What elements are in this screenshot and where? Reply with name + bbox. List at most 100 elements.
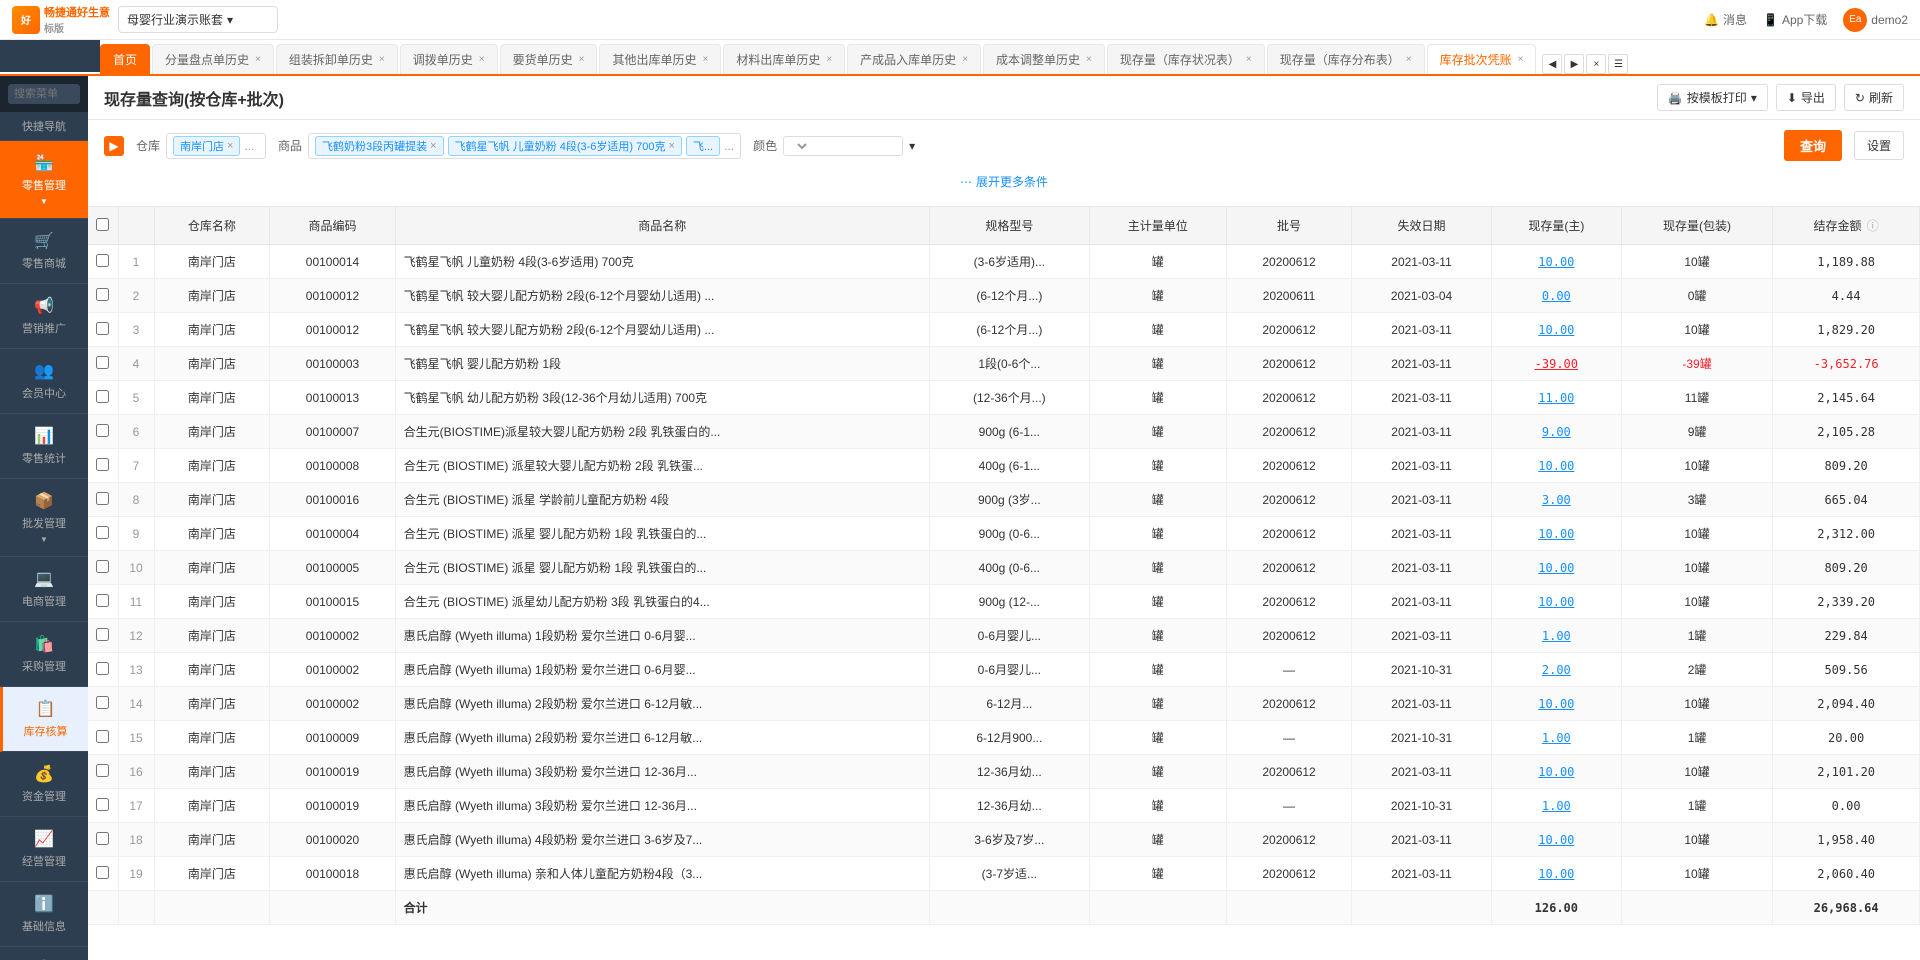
sidebar-item-ecommerce[interactable]: 💻 电商管理 xyxy=(0,557,88,622)
cell-qty-main[interactable]: 3.00 xyxy=(1491,483,1621,517)
row-checkbox[interactable] xyxy=(96,288,109,301)
close-icon[interactable]: × xyxy=(255,54,261,65)
cell-qty-main[interactable]: 10.00 xyxy=(1491,245,1621,279)
cell-qty-main[interactable]: 11.00 xyxy=(1491,381,1621,415)
color-tag-area[interactable] xyxy=(783,136,903,156)
cell-checkbox[interactable] xyxy=(88,449,118,483)
row-checkbox[interactable] xyxy=(96,832,109,845)
sidebar-item-member[interactable]: 👥 会员中心 xyxy=(0,349,88,414)
row-checkbox[interactable] xyxy=(96,322,109,335)
search-input[interactable] xyxy=(8,84,80,104)
export-button[interactable]: ⬇ 导出 xyxy=(1776,84,1836,111)
row-checkbox[interactable] xyxy=(96,696,109,709)
cell-qty-main[interactable]: 10.00 xyxy=(1491,857,1621,891)
tab-mix[interactable]: 调拨单历史 × xyxy=(400,44,498,74)
cell-checkbox[interactable] xyxy=(88,313,118,347)
store-selector[interactable]: 母婴行业演示账套 ▾ xyxy=(118,6,278,33)
tab-material[interactable]: 材料出库单历史 × xyxy=(723,44,845,74)
tab-next-btn[interactable]: ▶ xyxy=(1564,54,1584,74)
cell-qty-main[interactable]: 1.00 xyxy=(1491,789,1621,823)
close-icon[interactable]: × xyxy=(826,54,832,65)
cell-qty-main[interactable]: 1.00 xyxy=(1491,721,1621,755)
filter-expand-button[interactable]: ▶ xyxy=(104,136,124,156)
product-tag-area[interactable]: 飞鹤奶粉3段丙罐提装 × 飞鹤星飞帆 儿童奶粉 4段(3-6岁适用) 700克 … xyxy=(308,133,741,159)
remove-product-2-icon[interactable]: × xyxy=(668,140,674,152)
close-icon[interactable]: × xyxy=(962,54,968,65)
tab-close-btn[interactable]: × xyxy=(1586,54,1606,74)
close-icon[interactable]: × xyxy=(379,54,385,65)
setting-button[interactable]: 设置 xyxy=(1854,131,1904,160)
tab-req[interactable]: 要货单历史 × xyxy=(500,44,598,74)
tab-menu-btn[interactable]: ☰ xyxy=(1608,54,1628,74)
cell-checkbox[interactable] xyxy=(88,551,118,585)
cell-checkbox[interactable] xyxy=(88,483,118,517)
close-icon[interactable]: × xyxy=(1518,54,1524,65)
row-checkbox[interactable] xyxy=(96,662,109,675)
tab-combo[interactable]: 组装拆卸单历史 × xyxy=(276,44,398,74)
row-checkbox[interactable] xyxy=(96,730,109,743)
row-checkbox[interactable] xyxy=(96,866,109,879)
row-checkbox[interactable] xyxy=(96,424,109,437)
cell-checkbox[interactable] xyxy=(88,789,118,823)
cell-qty-main[interactable]: 10.00 xyxy=(1491,313,1621,347)
row-checkbox[interactable] xyxy=(96,560,109,573)
cell-qty-main[interactable]: 0.00 xyxy=(1491,279,1621,313)
sidebar-item-retail[interactable]: 🏪 零售管理 ▼ xyxy=(0,141,88,219)
cell-checkbox[interactable] xyxy=(88,823,118,857)
row-checkbox[interactable] xyxy=(96,254,109,267)
sidebar-item-inventory[interactable]: 📋 库存核算 xyxy=(0,687,88,752)
warehouse-tag-area[interactable]: 南岸门店 × ... xyxy=(166,133,266,159)
close-icon[interactable]: × xyxy=(702,54,708,65)
refresh-button[interactable]: ↻ 刷新 xyxy=(1844,84,1904,111)
cell-checkbox[interactable] xyxy=(88,585,118,619)
query-button[interactable]: 查询 xyxy=(1784,130,1842,161)
cell-checkbox[interactable] xyxy=(88,347,118,381)
close-icon[interactable]: × xyxy=(479,54,485,65)
sidebar-item-retail-shop[interactable]: 🛒 零售商城 xyxy=(0,219,88,284)
close-icon[interactable]: × xyxy=(579,54,585,65)
tab-split-inventory[interactable]: 分量盘点单历史 × xyxy=(152,44,274,74)
tab-batch-voucher[interactable]: 库存批次凭账 × xyxy=(1427,44,1537,74)
cell-checkbox[interactable] xyxy=(88,721,118,755)
cell-checkbox[interactable] xyxy=(88,415,118,449)
cell-checkbox[interactable] xyxy=(88,755,118,789)
tab-prev-btn[interactable]: ◀ xyxy=(1542,54,1562,74)
row-checkbox[interactable] xyxy=(96,390,109,403)
tab-stock-status[interactable]: 现存量（库存状况表） × xyxy=(1107,44,1265,74)
cell-qty-main[interactable]: 9.00 xyxy=(1491,415,1621,449)
cell-checkbox[interactable] xyxy=(88,517,118,551)
filter-more-dots[interactable]: ... xyxy=(244,139,254,153)
cell-checkbox[interactable] xyxy=(88,653,118,687)
cell-checkbox[interactable] xyxy=(88,279,118,313)
cell-qty-main[interactable]: 2.00 xyxy=(1491,653,1621,687)
sidebar-item-wholesale[interactable]: 📦 批发管理 ▼ xyxy=(0,479,88,557)
cell-qty-main[interactable]: 1.00 xyxy=(1491,619,1621,653)
row-checkbox[interactable] xyxy=(96,594,109,607)
row-checkbox[interactable] xyxy=(96,798,109,811)
expand-more-button[interactable]: ⋯ 展开更多条件 xyxy=(954,167,1054,196)
tab-cost[interactable]: 成本调整单历史 × xyxy=(983,44,1105,74)
sidebar-item-basic[interactable]: ℹ️ 基础信息 xyxy=(0,882,88,947)
tab-home[interactable]: 首页 xyxy=(100,44,150,74)
print-button[interactable]: 🖨️ 按模板打印 ▾ xyxy=(1657,84,1768,111)
cell-checkbox[interactable] xyxy=(88,857,118,891)
cell-qty-main[interactable]: 10.00 xyxy=(1491,585,1621,619)
row-checkbox[interactable] xyxy=(96,764,109,777)
row-checkbox[interactable] xyxy=(96,492,109,505)
select-all-checkbox[interactable] xyxy=(96,218,109,231)
close-icon[interactable]: × xyxy=(1086,54,1092,65)
row-checkbox[interactable] xyxy=(96,356,109,369)
cell-qty-main[interactable]: 10.00 xyxy=(1491,823,1621,857)
cell-qty-main[interactable]: 10.00 xyxy=(1491,687,1621,721)
sidebar-quick-nav[interactable]: 快捷导航 xyxy=(0,112,88,141)
color-dropdown[interactable] xyxy=(790,139,810,153)
amount-info-icon[interactable]: ⓘ xyxy=(1867,219,1879,233)
cell-qty-main[interactable]: 10.00 xyxy=(1491,517,1621,551)
row-checkbox[interactable] xyxy=(96,526,109,539)
cell-checkbox[interactable] xyxy=(88,687,118,721)
cell-checkbox[interactable] xyxy=(88,619,118,653)
product-more-dots[interactable]: ... xyxy=(724,139,734,153)
remove-warehouse-icon[interactable]: × xyxy=(227,140,233,152)
sidebar-item-retail-stats[interactable]: 📊 零售统计 xyxy=(0,414,88,479)
cell-qty-main[interactable]: 10.00 xyxy=(1491,551,1621,585)
